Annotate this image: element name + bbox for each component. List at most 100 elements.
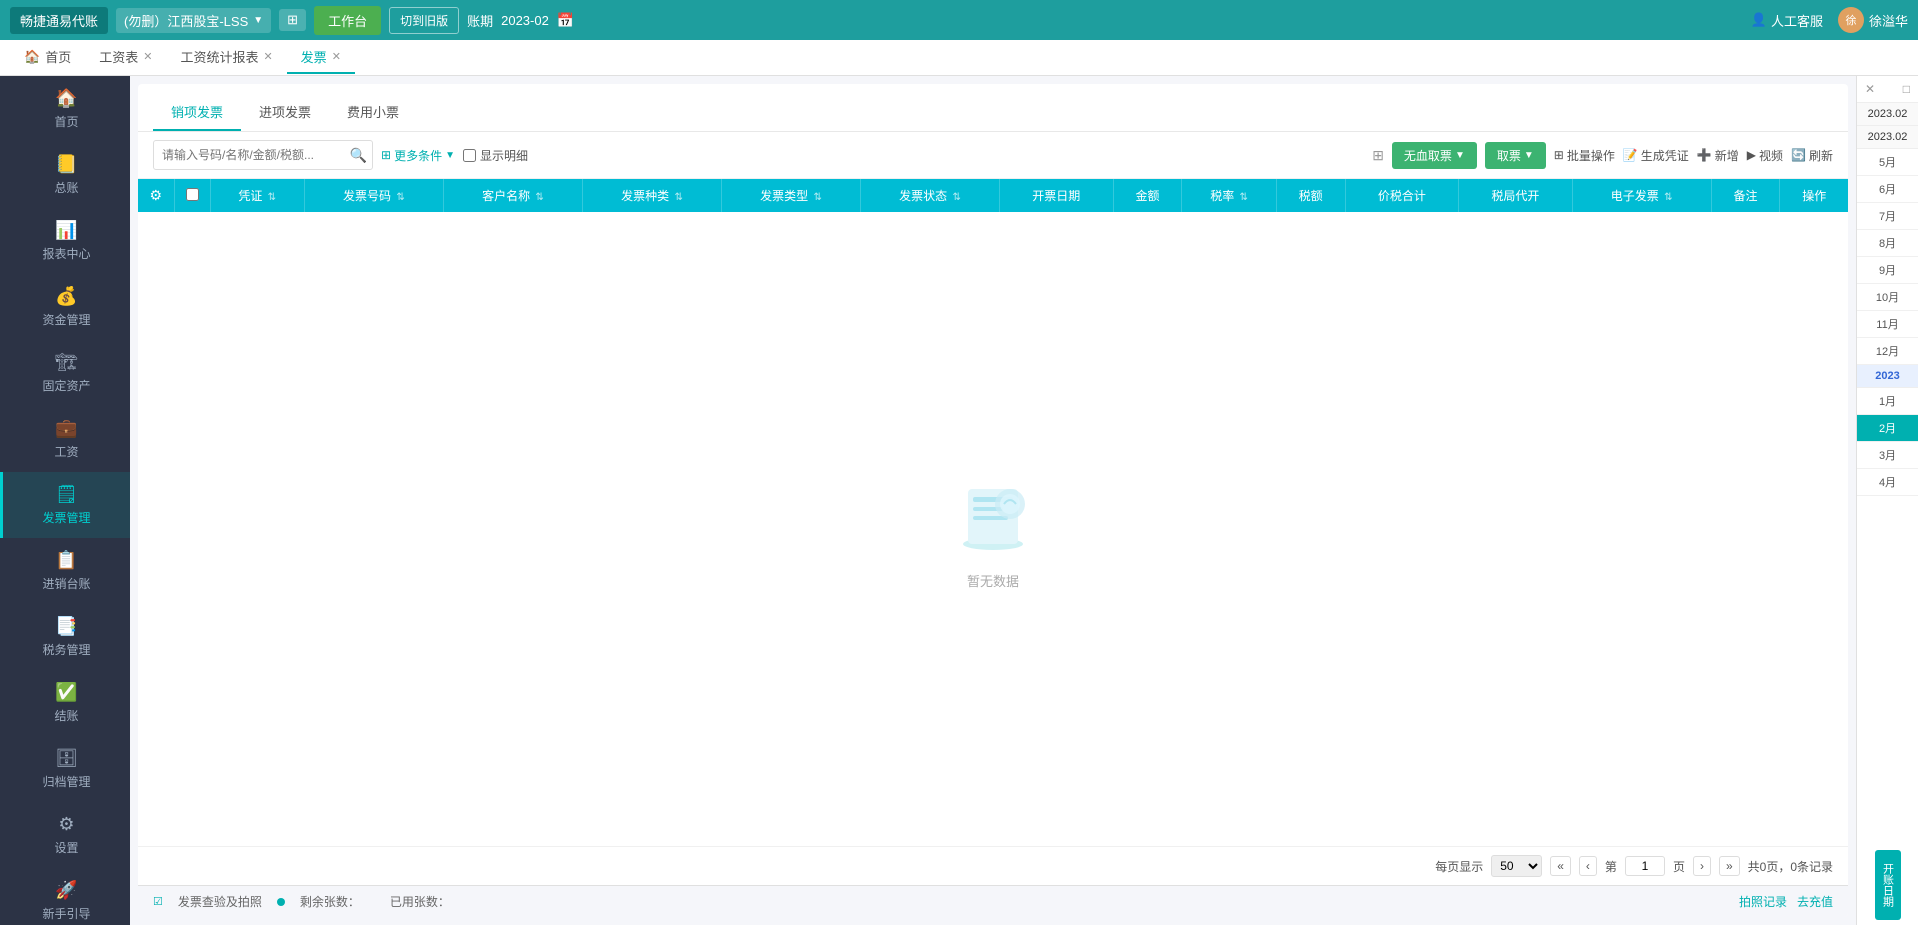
- new-icon: ➕: [1697, 148, 1712, 162]
- col-amount[interactable]: 金额: [1113, 179, 1182, 212]
- select-all-checkbox[interactable]: [186, 188, 199, 201]
- company-selector[interactable]: (勿删）江西股宝-LSS ▼: [116, 8, 271, 33]
- last-page-btn[interactable]: »: [1719, 856, 1740, 876]
- toolbar: 🔍 ⊞ 更多条件 ▼ 显示明细 ⊞ 无血取票 ▼: [138, 132, 1848, 179]
- period-entry-13[interactable]: 3月: [1857, 442, 1918, 469]
- sidebar-item-funds[interactable]: 💰 资金管理: [0, 274, 130, 340]
- switch-old-button[interactable]: 切到旧版: [389, 7, 459, 34]
- sidebar-item-reports[interactable]: 📊 报表中心: [0, 208, 130, 274]
- sidebar-item-close-account[interactable]: ✅ 结账: [0, 670, 130, 736]
- logo: 畅捷通易代账: [10, 7, 108, 34]
- period-entry-9[interactable]: 12月: [1857, 338, 1918, 365]
- no-ticket-button[interactable]: 无血取票 ▼: [1392, 142, 1477, 169]
- period-entry-12-active[interactable]: 2月: [1857, 415, 1918, 442]
- period-entry-11[interactable]: 1月: [1857, 388, 1918, 415]
- per-page-select[interactable]: 50 10 20 100: [1491, 855, 1542, 877]
- col-total[interactable]: 价税合计: [1345, 179, 1458, 212]
- col-invoice-type[interactable]: 发票种类 ⇅: [582, 179, 721, 212]
- sidebar-item-purchase-ledger[interactable]: 📋 进销台账: [0, 538, 130, 604]
- page-suffix: 页: [1673, 858, 1685, 875]
- col-date[interactable]: 开票日期: [1000, 179, 1113, 212]
- sidebar-item-home[interactable]: 🏠 首页: [0, 76, 130, 142]
- salary-tab-close[interactable]: ✕: [143, 50, 152, 63]
- col-settings[interactable]: ⚙: [138, 179, 174, 212]
- col-invoice-no[interactable]: 发票号码 ⇅: [304, 179, 443, 212]
- more-filter-button[interactable]: ⊞ 更多条件 ▼: [381, 147, 455, 164]
- period-value: 2023-02: [501, 13, 549, 28]
- col-customer[interactable]: 客户名称 ⇅: [443, 179, 582, 212]
- sidebar-item-guide[interactable]: 🚀 新手引导: [0, 868, 130, 925]
- tab-salary[interactable]: 工资表 ✕: [85, 41, 166, 74]
- tax-mgmt-icon: 📑: [55, 616, 77, 637]
- col-status-sort: ⇅: [953, 192, 961, 203]
- refresh-button[interactable]: 🔄 刷新: [1791, 147, 1833, 164]
- workspace-button[interactable]: 工作台: [314, 6, 381, 35]
- gen-voucher-button[interactable]: 📝 生成凭证: [1623, 147, 1689, 164]
- copy-icon-btn[interactable]: ⊞: [279, 9, 306, 31]
- close-panel-btn[interactable]: ✕: [1862, 79, 1878, 99]
- sidebar-item-assets[interactable]: 🏗 固定资产: [0, 340, 130, 406]
- period-entry-8[interactable]: 11月: [1857, 311, 1918, 338]
- col-remark[interactable]: 备注: [1711, 179, 1780, 212]
- sidebar-item-settings[interactable]: ⚙ 设置: [0, 802, 130, 868]
- take-ticket-button[interactable]: 取票 ▼: [1485, 142, 1546, 169]
- first-page-btn[interactable]: «: [1550, 856, 1571, 876]
- user-info[interactable]: 徐 徐溢华: [1838, 7, 1908, 33]
- prev-page-btn[interactable]: ‹: [1579, 856, 1597, 876]
- col-voucher[interactable]: 凭证 ⇅: [210, 179, 304, 212]
- video-label: 视频: [1759, 147, 1783, 164]
- period-entry-5[interactable]: 8月: [1857, 230, 1918, 257]
- sidebar-label-funds: 资金管理: [42, 311, 90, 328]
- col-checkbox[interactable]: [174, 179, 210, 212]
- total-text: 共0页，0条记录: [1748, 858, 1833, 875]
- batch-op-button[interactable]: ⊞ 批量操作: [1554, 147, 1615, 164]
- col-status[interactable]: 发票状态 ⇅: [861, 179, 1000, 212]
- sidebar-item-archive[interactable]: 🗄 归档管理: [0, 736, 130, 802]
- sub-tab-sales[interactable]: 销项发票: [153, 94, 241, 131]
- photo-record-link[interactable]: 拍照记录: [1739, 893, 1787, 910]
- col-tax-rate[interactable]: 税率 ⇅: [1182, 179, 1276, 212]
- next-page-btn[interactable]: ›: [1693, 856, 1711, 876]
- maximize-panel-btn[interactable]: □: [1900, 79, 1913, 99]
- salary-report-tab-close[interactable]: ✕: [263, 50, 272, 63]
- sub-tab-expense[interactable]: 费用小票: [329, 94, 417, 131]
- new-button[interactable]: ➕ 新增: [1697, 147, 1739, 164]
- period-entry-1[interactable]: 2023.02: [1857, 126, 1918, 149]
- tab-salary-report[interactable]: 工资统计报表 ✕: [166, 41, 286, 74]
- sidebar-item-ledger[interactable]: 📒 总账: [0, 142, 130, 208]
- tab-invoice[interactable]: 发票 ✕: [287, 41, 355, 74]
- invoice-mgmt-icon: 🗒: [55, 484, 78, 505]
- funds-icon: 💰: [55, 286, 77, 307]
- page-input[interactable]: [1625, 856, 1665, 876]
- col-tax[interactable]: 税额: [1276, 179, 1345, 212]
- show-detail-checkbox[interactable]: [463, 149, 476, 162]
- period-entry-7[interactable]: 10月: [1857, 284, 1918, 311]
- col-invoice-type-sort: ⇅: [674, 192, 682, 203]
- recharge-link[interactable]: 去充值: [1797, 893, 1833, 910]
- period-entry-4[interactable]: 7月: [1857, 203, 1918, 230]
- video-button[interactable]: ▶ 视频: [1747, 147, 1783, 164]
- sidebar-item-salary[interactable]: 💼 工资: [0, 406, 130, 472]
- period-entry-6[interactable]: 9月: [1857, 257, 1918, 284]
- show-detail-checkbox-label[interactable]: 显示明细: [463, 147, 528, 164]
- invoice-tab-close[interactable]: ✕: [332, 50, 341, 63]
- period-entry-0[interactable]: 2023.02: [1857, 103, 1918, 126]
- open-period-button[interactable]: 开账日期: [1875, 850, 1901, 920]
- service-btn[interactable]: 👤 人工客服: [1751, 11, 1823, 30]
- used-label: 已用张数：: [390, 893, 450, 910]
- sidebar-item-invoice-mgmt[interactable]: 🗒 发票管理: [0, 472, 130, 538]
- col-invoice-category[interactable]: 发票类型 ⇅: [721, 179, 860, 212]
- period-entry-3[interactable]: 6月: [1857, 176, 1918, 203]
- grid-view-icon[interactable]: ⊞: [1372, 147, 1384, 164]
- period-entry-2[interactable]: 5月: [1857, 149, 1918, 176]
- col-tax-agency[interactable]: 税局代开: [1459, 179, 1572, 212]
- col-tax-label: 税额: [1299, 189, 1323, 203]
- calendar-icon[interactable]: 📅: [557, 12, 574, 29]
- search-icon[interactable]: 🔍: [350, 147, 367, 164]
- tab-home[interactable]: 🏠 首页: [10, 41, 85, 74]
- sidebar-item-tax-mgmt[interactable]: 📑 税务管理: [0, 604, 130, 670]
- period-entry-14[interactable]: 4月: [1857, 469, 1918, 496]
- search-input[interactable]: [153, 140, 373, 170]
- sub-tab-purchase[interactable]: 进项发票: [241, 94, 329, 131]
- col-electronic[interactable]: 电子发票 ⇅: [1572, 179, 1711, 212]
